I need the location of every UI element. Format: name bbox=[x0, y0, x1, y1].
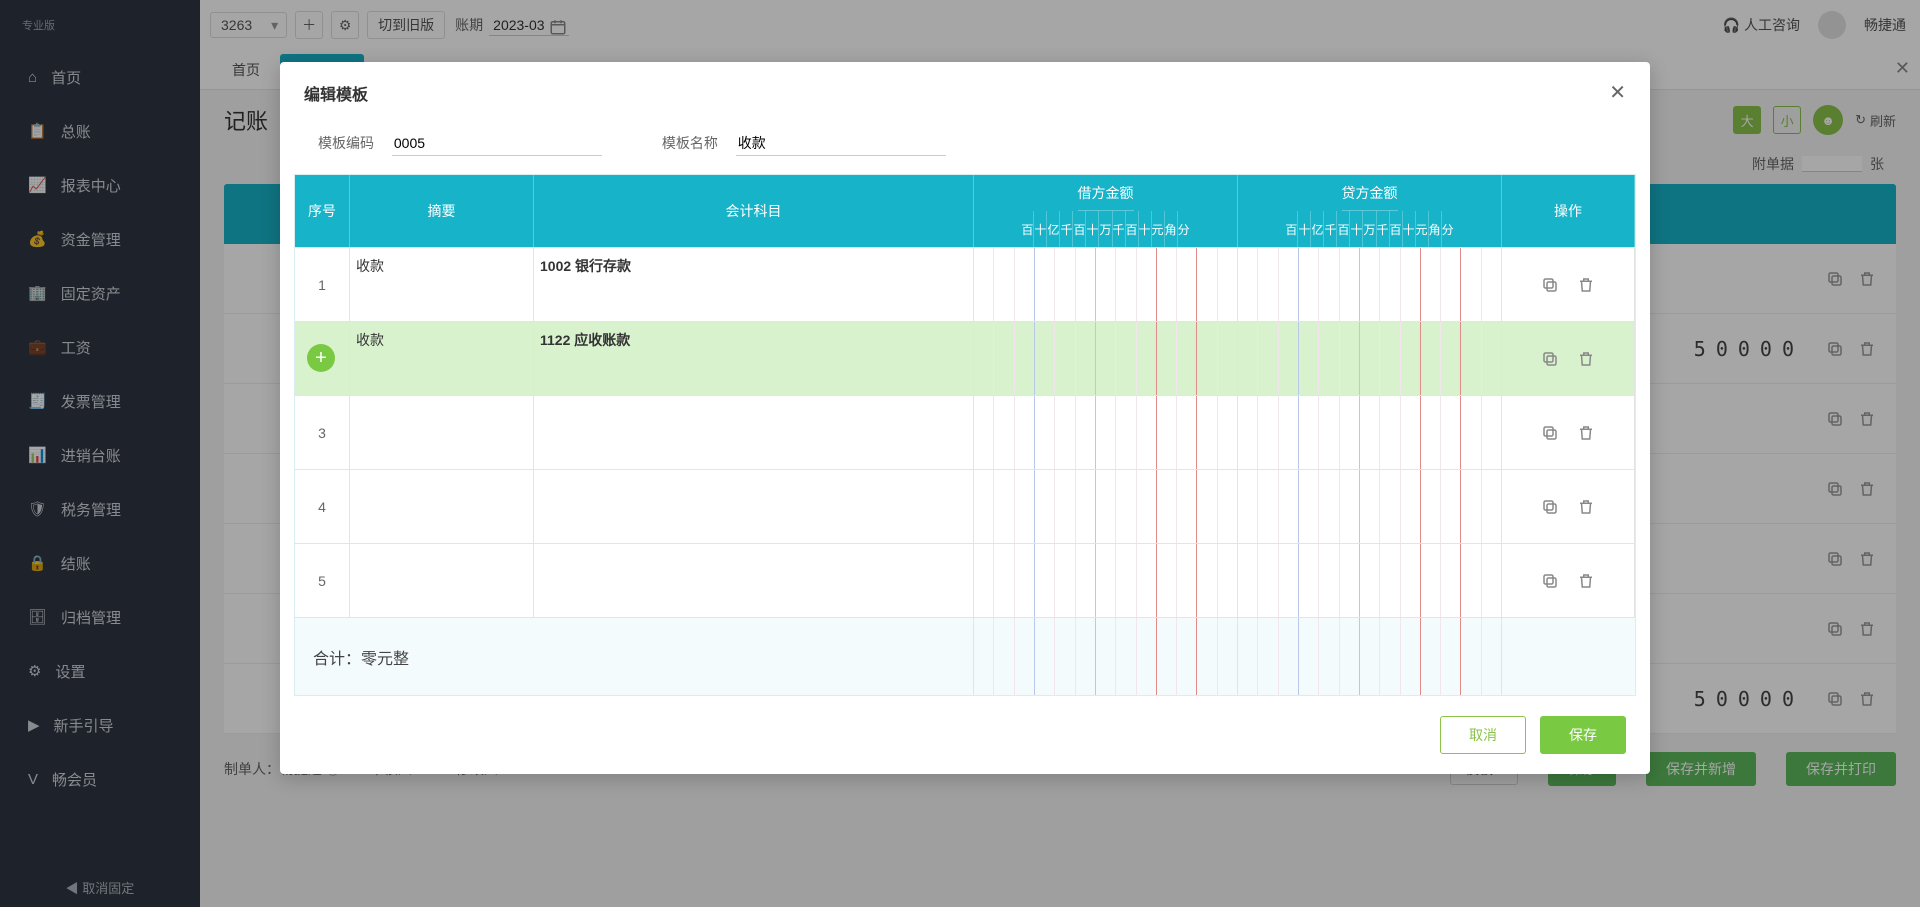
template-name-input[interactable] bbox=[736, 131, 946, 156]
digit-header: 十 bbox=[1139, 211, 1152, 247]
cell-credit[interactable] bbox=[1238, 248, 1502, 321]
digit-header: 元 bbox=[1416, 211, 1429, 247]
cell-summary[interactable] bbox=[350, 544, 534, 617]
cancel-button[interactable]: 取消 bbox=[1440, 716, 1526, 754]
cell-ops bbox=[1502, 248, 1635, 321]
cell-ops bbox=[1502, 396, 1635, 469]
digit-header: 元 bbox=[1152, 211, 1165, 247]
delete-row-icon[interactable] bbox=[1577, 572, 1595, 590]
digit-header: 角 bbox=[1429, 211, 1442, 247]
cell-account[interactable]: 1002 银行存款 bbox=[534, 248, 974, 321]
add-row-icon[interactable]: + bbox=[307, 344, 335, 372]
cell-account[interactable]: 1122 应收账款 bbox=[534, 322, 974, 395]
total-label: 合计：零元整 bbox=[295, 618, 974, 695]
digit-header: 十 bbox=[1086, 211, 1099, 247]
cell-account[interactable] bbox=[534, 396, 974, 469]
delete-row-icon[interactable] bbox=[1577, 498, 1595, 516]
th-debit: 借方金额 百十亿千百十万千百十元角分 bbox=[974, 175, 1238, 247]
cell-debit[interactable] bbox=[974, 544, 1238, 617]
cell-debit[interactable] bbox=[974, 470, 1238, 543]
cell-credit[interactable] bbox=[1238, 396, 1502, 469]
template-name-label: 模板名称 bbox=[662, 135, 718, 151]
digit-header: 十 bbox=[1034, 211, 1047, 247]
digit-header: 百 bbox=[1021, 211, 1034, 247]
cell-credit[interactable] bbox=[1238, 544, 1502, 617]
cell-index: + bbox=[295, 322, 350, 395]
cell-account[interactable] bbox=[534, 470, 974, 543]
cell-debit[interactable] bbox=[974, 248, 1238, 321]
th-summary: 摘要 bbox=[350, 175, 534, 247]
cell-ops bbox=[1502, 322, 1635, 395]
digit-header: 百 bbox=[1285, 211, 1298, 247]
delete-row-icon[interactable] bbox=[1577, 276, 1595, 294]
digit-header: 百 bbox=[1073, 211, 1086, 247]
cell-summary[interactable] bbox=[350, 470, 534, 543]
th-account: 会计科目 bbox=[534, 175, 974, 247]
template-code-label: 模板编码 bbox=[318, 135, 374, 151]
digit-header: 亿 bbox=[1047, 211, 1060, 247]
cell-credit[interactable] bbox=[1238, 322, 1502, 395]
cell-ops bbox=[1502, 470, 1635, 543]
template-code-input[interactable] bbox=[392, 131, 602, 156]
digit-header: 分 bbox=[1178, 211, 1190, 247]
digit-header: 分 bbox=[1442, 211, 1454, 247]
digit-header: 百 bbox=[1126, 211, 1139, 247]
modal-title: 编辑模板 bbox=[304, 81, 368, 105]
cell-index: 5 bbox=[295, 544, 350, 617]
digit-header: 千 bbox=[1377, 211, 1390, 247]
copy-row-icon[interactable] bbox=[1541, 498, 1559, 516]
th-operation: 操作 bbox=[1502, 175, 1635, 247]
cell-summary[interactable]: 收款 bbox=[350, 322, 534, 395]
total-row: 合计：零元整 bbox=[295, 617, 1635, 695]
digit-header: 百 bbox=[1390, 211, 1403, 247]
modal-footer: 取消 保存 bbox=[280, 696, 1650, 774]
table-row[interactable]: + 收款1122 应收账款 bbox=[295, 321, 1635, 395]
cell-index: 3 bbox=[295, 396, 350, 469]
cell-summary[interactable]: 收款 bbox=[350, 248, 534, 321]
copy-row-icon[interactable] bbox=[1541, 424, 1559, 442]
digit-header: 万 bbox=[1363, 211, 1376, 247]
copy-row-icon[interactable] bbox=[1541, 350, 1559, 368]
edit-template-modal: 编辑模板 ✕ 模板编码 模板名称 序号 摘要 会计科目 借方金额 百十亿千百十万… bbox=[280, 62, 1650, 774]
cell-account[interactable] bbox=[534, 544, 974, 617]
copy-row-icon[interactable] bbox=[1541, 572, 1559, 590]
template-table: 序号 摘要 会计科目 借方金额 百十亿千百十万千百十元角分 贷方金额 百十亿千百… bbox=[294, 174, 1636, 696]
th-index: 序号 bbox=[295, 175, 350, 247]
cell-index: 1 bbox=[295, 248, 350, 321]
copy-row-icon[interactable] bbox=[1541, 276, 1559, 294]
digit-header: 万 bbox=[1099, 211, 1112, 247]
digit-header: 十 bbox=[1403, 211, 1416, 247]
save-button[interactable]: 保存 bbox=[1540, 716, 1626, 754]
th-credit: 贷方金额 百十亿千百十万千百十元角分 bbox=[1238, 175, 1502, 247]
cell-credit[interactable] bbox=[1238, 470, 1502, 543]
table-row[interactable]: 1收款1002 银行存款 bbox=[295, 247, 1635, 321]
cell-summary[interactable] bbox=[350, 396, 534, 469]
cell-index: 4 bbox=[295, 470, 350, 543]
table-row[interactable]: 3 bbox=[295, 395, 1635, 469]
delete-row-icon[interactable] bbox=[1577, 350, 1595, 368]
digit-header: 千 bbox=[1113, 211, 1126, 247]
digit-header: 千 bbox=[1060, 211, 1073, 247]
digit-header: 千 bbox=[1324, 211, 1337, 247]
table-row[interactable]: 4 bbox=[295, 469, 1635, 543]
digit-header: 百 bbox=[1337, 211, 1350, 247]
digit-header: 亿 bbox=[1311, 211, 1324, 247]
digit-header: 十 bbox=[1350, 211, 1363, 247]
delete-row-icon[interactable] bbox=[1577, 424, 1595, 442]
table-header: 序号 摘要 会计科目 借方金额 百十亿千百十万千百十元角分 贷方金额 百十亿千百… bbox=[295, 175, 1635, 247]
cell-ops bbox=[1502, 544, 1635, 617]
cell-debit[interactable] bbox=[974, 396, 1238, 469]
cell-debit[interactable] bbox=[974, 322, 1238, 395]
modal-close-icon[interactable]: ✕ bbox=[1609, 80, 1626, 105]
digit-header: 十 bbox=[1298, 211, 1311, 247]
digit-header: 角 bbox=[1165, 211, 1178, 247]
table-row[interactable]: 5 bbox=[295, 543, 1635, 617]
